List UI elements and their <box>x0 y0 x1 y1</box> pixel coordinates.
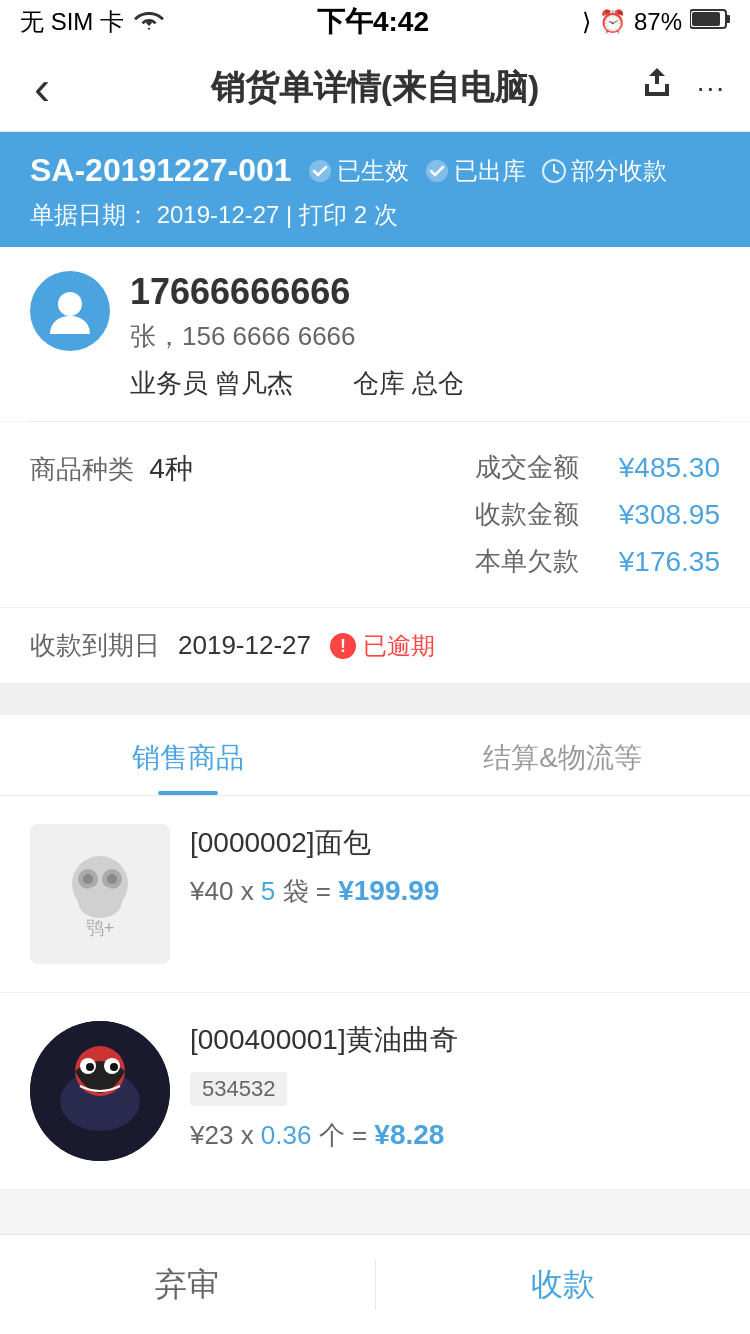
status-left: 无 SIM 卡 <box>20 6 164 38</box>
product-info-2: [000400001]黄油曲奇 534532 ¥23 x 0.36 个 = ¥8… <box>190 1021 720 1161</box>
customer-info: 17666666666 张，156 6666 6666 业务员 曾凡杰 仓库 总… <box>130 271 720 401</box>
customer-meta: 业务员 曾凡杰 仓库 总仓 <box>130 366 720 401</box>
summary-right: 成交金额 ¥485.30 收款金额 ¥308.95 本单欠款 ¥176.35 <box>475 450 720 579</box>
avatar <box>30 271 110 351</box>
summary-section: 商品种类 4种 成交金额 ¥485.30 收款金额 ¥308.95 本单欠款 ¥… <box>0 422 750 607</box>
tab-settlement[interactable]: 结算&物流等 <box>375 715 750 795</box>
status-right: ⟩ ⏰ 87% <box>582 8 730 36</box>
status-time: 下午4:42 <box>317 3 429 41</box>
salesperson-value: 曾凡杰 <box>215 368 293 398</box>
svg-point-4 <box>426 160 448 182</box>
product-name-1: [0000002]面包 <box>190 824 720 862</box>
battery-icon <box>690 8 730 36</box>
order-date-line: 单据日期： 2019-12-27 | 打印 2 次 <box>30 199 720 231</box>
product-item-2: [000400001]黄油曲奇 534532 ¥23 x 0.36 个 = ¥8… <box>0 993 750 1190</box>
customer-name: 张，156 6666 6666 <box>130 319 720 354</box>
product-thumb-2 <box>30 1021 170 1161</box>
carrier-text: 无 SIM 卡 <box>20 6 124 38</box>
product-sku-2: 534532 <box>190 1072 287 1106</box>
category-value: 4种 <box>149 453 193 484</box>
product-qty-1: 5 <box>261 876 275 906</box>
svg-point-13 <box>107 874 117 884</box>
svg-point-3 <box>309 160 331 182</box>
product-price-2: ¥23 x 0.36 个 = ¥8.28 <box>190 1118 720 1153</box>
warehouse-value: 总仓 <box>412 368 464 398</box>
svg-point-6 <box>58 292 82 316</box>
product-thumb-1: 鸮+ <box>30 824 170 964</box>
wifi-icon <box>134 8 164 36</box>
due-label: 收款到期日 <box>30 628 160 663</box>
overdue-text: 已逾期 <box>363 630 435 662</box>
customer-id: 17666666666 <box>130 271 720 313</box>
nav-actions: ··· <box>641 68 726 107</box>
due-section: 收款到期日 2019-12-27 ! 已逾期 <box>0 607 750 683</box>
svg-text:!: ! <box>340 636 346 656</box>
badge-partial: 部分收款 <box>542 155 667 187</box>
page-title: 销货单详情(来自电脑) <box>211 65 540 111</box>
warehouse-label: 仓库 总仓 <box>353 366 464 401</box>
debt-row: 本单欠款 ¥176.35 <box>475 544 720 579</box>
summary-left: 商品种类 4种 <box>30 450 193 488</box>
location-icon: ⟩ <box>582 8 591 36</box>
due-date: 2019-12-27 <box>178 630 311 661</box>
section-divider <box>0 683 750 699</box>
tabs-section: 销售商品 结算&物流等 <box>0 699 750 796</box>
svg-point-21 <box>86 1063 94 1071</box>
nav-bar: ‹ 销货单详情(来自电脑) ··· <box>0 44 750 132</box>
status-bar: 无 SIM 卡 下午4:42 ⟩ ⏰ 87% <box>0 0 750 44</box>
customer-section: 17666666666 张，156 6666 6666 业务员 曾凡杰 仓库 总… <box>0 247 750 421</box>
alarm-icon: ⏰ <box>599 9 626 35</box>
product-list: 鸮+ [0000002]面包 ¥40 x 5 袋 = ¥199.99 <box>0 796 750 1190</box>
product-price-1: ¥40 x 5 袋 = ¥199.99 <box>190 874 720 909</box>
product-qty-2: 0.36 <box>261 1120 312 1150</box>
svg-text:鸮+: 鸮+ <box>86 918 115 938</box>
battery-text: 87% <box>634 8 682 36</box>
svg-rect-1 <box>726 15 730 23</box>
product-total-1: ¥199.99 <box>338 875 439 906</box>
transaction-amount: ¥485.30 <box>619 452 720 484</box>
salesperson-label: 业务员 曾凡杰 <box>130 366 293 401</box>
header-band: SA-20191227-001 已生效 已出库 部分收款 单据日期： 2019-… <box>0 132 750 247</box>
transaction-label: 成交金额 <box>475 450 579 485</box>
receipt-label: 收款金额 <box>475 497 579 532</box>
share-icon[interactable] <box>641 68 673 107</box>
receipt-amount: ¥308.95 <box>619 499 720 531</box>
svg-point-22 <box>110 1063 118 1071</box>
product-total-2: ¥8.28 <box>374 1119 444 1150</box>
overdue-badge: ! 已逾期 <box>329 630 435 662</box>
debt-amount: ¥176.35 <box>619 546 720 578</box>
product-name-2: [000400001]黄油曲奇 <box>190 1021 720 1059</box>
transaction-row: 成交金额 ¥485.30 <box>475 450 720 485</box>
tab-sales-products[interactable]: 销售商品 <box>0 715 375 795</box>
badge-dispatched: 已出库 <box>425 155 526 187</box>
bottom-bar: 弃审 收款 <box>0 1234 750 1334</box>
receipt-row: 收款金额 ¥308.95 <box>475 497 720 532</box>
order-id: SA-20191227-001 <box>30 152 292 189</box>
badge-effective: 已生效 <box>308 155 409 187</box>
debt-label: 本单欠款 <box>475 544 579 579</box>
back-button[interactable]: ‹ <box>24 50 60 125</box>
collect-payment-button[interactable]: 收款 <box>376 1243 751 1327</box>
svg-rect-2 <box>692 12 720 26</box>
svg-point-12 <box>83 874 93 884</box>
tabs-bar: 销售商品 结算&物流等 <box>0 715 750 796</box>
more-icon[interactable]: ··· <box>697 72 726 104</box>
product-info-1: [0000002]面包 ¥40 x 5 袋 = ¥199.99 <box>190 824 720 964</box>
product-item: 鸮+ [0000002]面包 ¥40 x 5 袋 = ¥199.99 <box>0 796 750 993</box>
abandon-audit-button[interactable]: 弃审 <box>0 1243 375 1327</box>
svg-point-14 <box>78 886 122 918</box>
